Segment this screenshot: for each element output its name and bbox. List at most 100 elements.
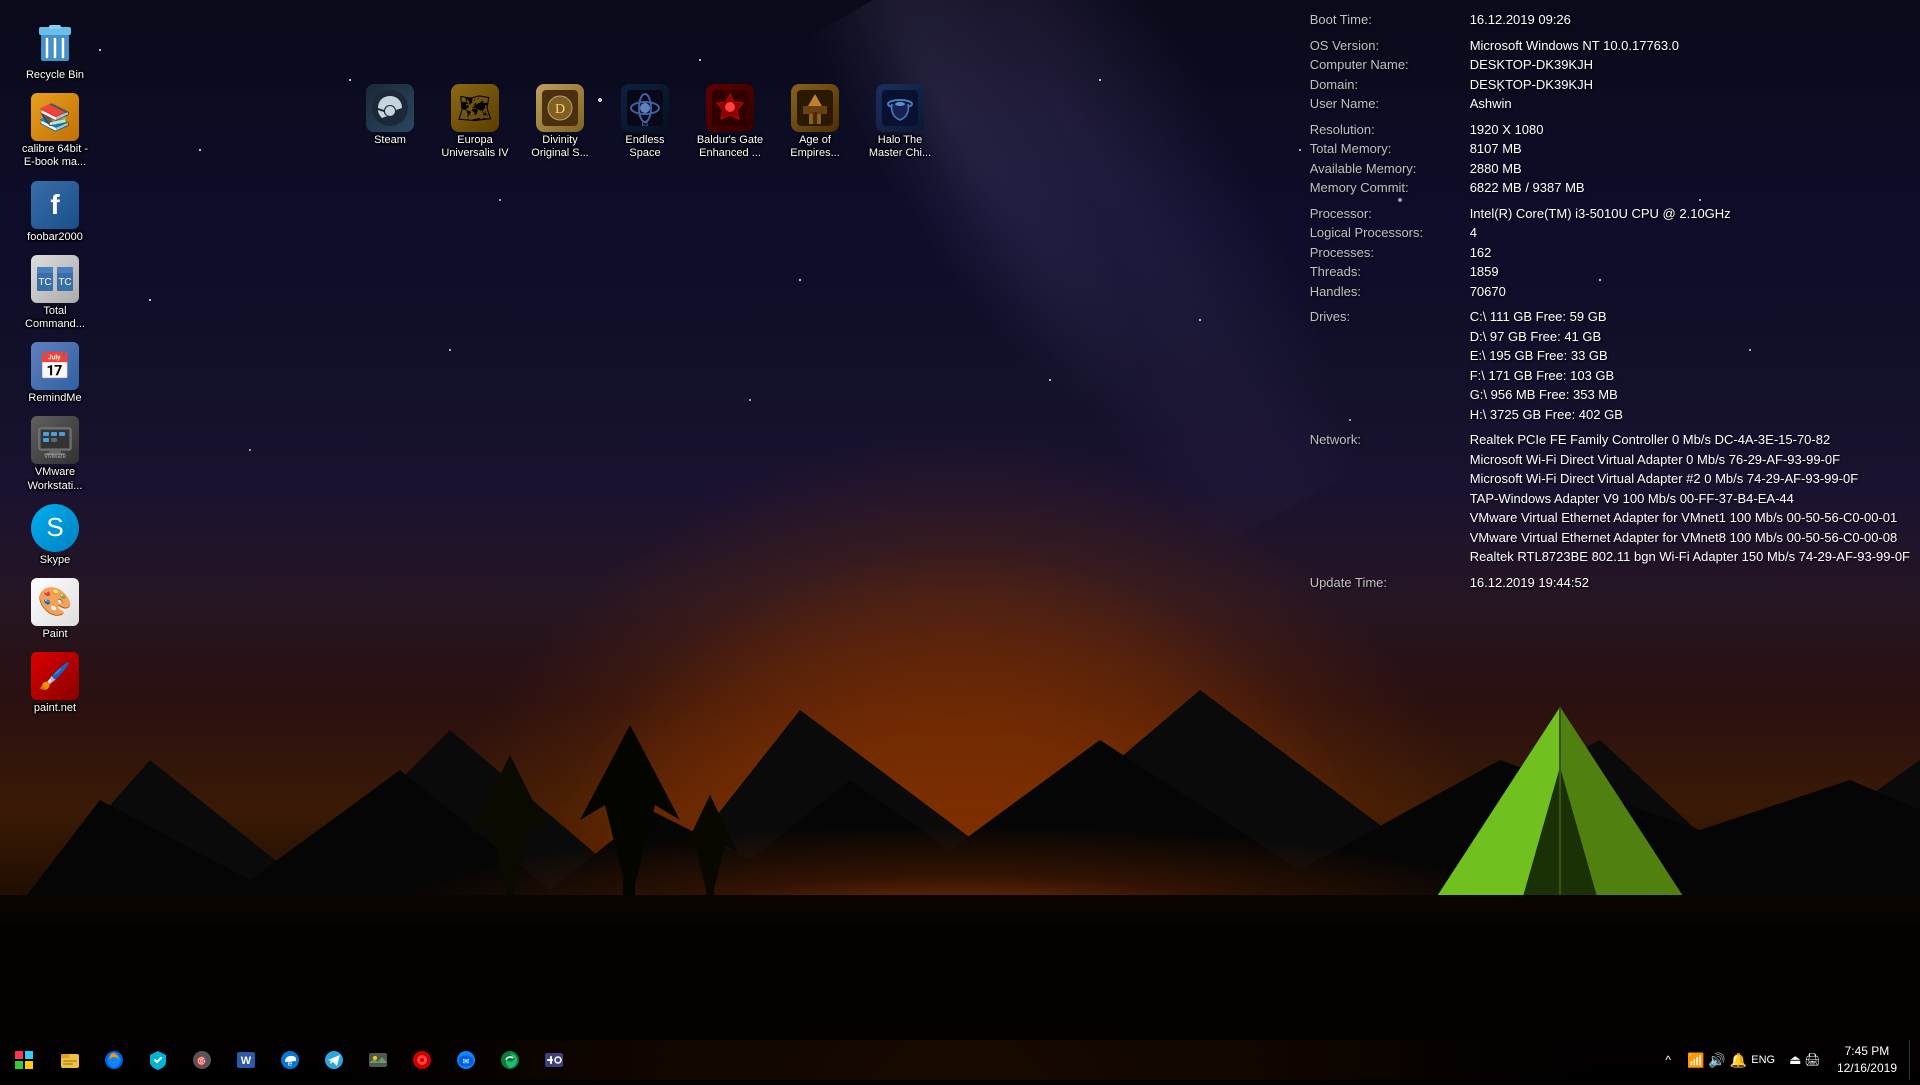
game-icons: Steam 🗺 Europa Universalis IV D Divinity… [350, 80, 940, 164]
desktop-icons: Recycle Bin 📚 calibre 64bit - E-book ma.… [5, 5, 105, 729]
desktop-icon-foobar[interactable]: f foobar2000 [15, 177, 95, 248]
logical-processors-label: Logical Processors: [1310, 223, 1470, 243]
total-memory-label: Total Memory: [1310, 139, 1470, 159]
processes-label: Processes: [1310, 243, 1470, 263]
skype-icon: S [31, 504, 79, 552]
tree-silhouettes [450, 705, 750, 905]
boot-time-label: Boot Time: [1310, 10, 1470, 30]
taskbar-word[interactable]: W [224, 1040, 268, 1080]
taskbar-app9[interactable] [400, 1040, 444, 1080]
desktop-icon-baldurs-gate[interactable]: Baldur's Gate Enhanced ... [690, 80, 770, 164]
foobar-icon: f [31, 181, 79, 229]
desktop-icon-age-empires[interactable]: Age of Empires... [775, 80, 855, 164]
taskbar-windows-security[interactable] [136, 1040, 180, 1080]
desktop-icon-halo[interactable]: Halo The Master Chi... [860, 80, 940, 164]
available-memory-label: Available Memory: [1310, 159, 1470, 179]
volume-tray-icon[interactable]: 🔊 [1708, 1052, 1725, 1069]
tent [1400, 707, 1720, 927]
remindme-label: RemindMe [28, 392, 81, 405]
desktop-icon-skype[interactable]: S Skype [15, 500, 95, 571]
action-center-icon[interactable]: 🔔 [1730, 1052, 1747, 1069]
halo-label: Halo The Master Chi... [864, 134, 936, 160]
calibre-icon: 📚 [31, 93, 79, 141]
desktop-icon-endless-space[interactable]: ES Endless Space [605, 80, 685, 164]
svg-text:D: D [555, 102, 565, 117]
desktop-icon-paint[interactable]: 🎨 Paint [15, 574, 95, 645]
desktop-icon-calibre[interactable]: 📚 calibre 64bit - E-book ma... [15, 89, 95, 173]
taskbar-pinned-icons: 🎯 W e [48, 1040, 576, 1080]
processor-value: Intel(R) Core(TM) i3-5010U CPU @ 2.10GHz [1470, 204, 1731, 224]
desktop-icon-remindme[interactable]: 📅 RemindMe [15, 338, 95, 409]
processor-label: Processor: [1310, 204, 1470, 224]
steam-icon [366, 84, 414, 132]
svg-text:TC: TC [38, 277, 51, 288]
system-tray: 📶 🔊 🔔 ENG [1679, 1052, 1783, 1069]
clock-time: 7:45 PM [1845, 1043, 1890, 1060]
taskbar-photos[interactable] [356, 1040, 400, 1080]
europa-label: Europa Universalis IV [439, 134, 511, 160]
total-commander-label: Total Command... [19, 305, 91, 331]
show-desktop-button[interactable] [1909, 1040, 1915, 1080]
handles-label: Handles: [1310, 282, 1470, 302]
vmware-icon: VMware [31, 416, 79, 464]
total-memory-value: 8107 MB [1470, 139, 1522, 159]
resolution-value: 1920 X 1080 [1470, 120, 1544, 140]
taskbar-right: ^ 📶 🔊 🔔 ENG ⏏ 🖨 7:45 PM 12/16/2019 [1659, 1040, 1920, 1080]
taskbar-edge[interactable] [488, 1040, 532, 1080]
ground2 [0, 925, 1920, 1040]
boot-time-value: 16.12.2019 09:26 [1470, 10, 1571, 30]
europa-icon: 🗺 [451, 84, 499, 132]
user-name-label: User Name: [1310, 94, 1470, 114]
drives-label: Drives: [1310, 307, 1470, 424]
taskbar: 🎯 W e [0, 1040, 1920, 1080]
paintnet-label: paint.net [34, 702, 76, 715]
svg-text:e: e [288, 1059, 293, 1068]
baldurs-gate-icon [706, 84, 754, 132]
memory-commit-label: Memory Commit: [1310, 178, 1470, 198]
taskbar-firefox[interactable] [92, 1040, 136, 1080]
network-tray-icon[interactable]: 📶 [1687, 1052, 1704, 1069]
taskbar-file-explorer[interactable] [48, 1040, 92, 1080]
desktop-icon-europa[interactable]: 🗺 Europa Universalis IV [435, 80, 515, 164]
os-version-value: Microsoft Windows NT 10.0.17763.0 [1470, 36, 1679, 56]
os-version-label: OS Version: [1310, 36, 1470, 56]
available-memory-value: 2880 MB [1470, 159, 1522, 179]
logical-processors-value: 4 [1470, 223, 1477, 243]
computer-name-value: DESKTOP-DK39KJH [1470, 55, 1593, 75]
language-indicator[interactable]: ENG [1751, 1054, 1775, 1066]
network-label: Network: [1310, 430, 1470, 567]
age-empires-icon [791, 84, 839, 132]
clock[interactable]: 7:45 PM 12/16/2019 [1827, 1040, 1907, 1080]
vmware-label: VMware Workstati... [19, 466, 91, 492]
taskbar-app12[interactable] [532, 1040, 576, 1080]
recycle-bin-label: Recycle Bin [26, 69, 84, 82]
baldurs-gate-label: Baldur's Gate Enhanced ... [694, 134, 766, 160]
resolution-label: Resolution: [1310, 120, 1470, 140]
svg-text:TC: TC [58, 277, 71, 288]
taskbar-app4[interactable]: 🎯 [180, 1040, 224, 1080]
desktop-icon-steam[interactable]: Steam [350, 80, 430, 151]
skype-label: Skype [40, 554, 71, 567]
print-icon[interactable]: 🖨 [1804, 1052, 1821, 1068]
taskbar-edge-legacy[interactable]: e [268, 1040, 312, 1080]
start-button[interactable] [0, 1040, 48, 1080]
desktop-icon-divinity[interactable]: D Divinity Original S... [520, 80, 600, 164]
taskbar-thunderbird[interactable]: ✉ [444, 1040, 488, 1080]
computer-name-label: Computer Name: [1310, 55, 1470, 75]
memory-commit-value: 6822 MB / 9387 MB [1470, 178, 1585, 198]
desktop-icon-vmware[interactable]: VMware VMware Workstati... [15, 412, 95, 496]
drives-values: C:\ 111 GB Free: 59 GBD:\ 97 GB Free: 41… [1470, 307, 1623, 424]
show-hidden-icons[interactable]: ^ [1659, 1053, 1677, 1067]
threads-label: Threads: [1310, 262, 1470, 282]
taskbar-telegram[interactable] [312, 1040, 356, 1080]
desktop-icon-recycle-bin[interactable]: Recycle Bin [15, 15, 95, 86]
clock-date: 12/16/2019 [1837, 1060, 1897, 1077]
onedrive-icon[interactable]: ⏏ [1789, 1052, 1801, 1068]
endless-space-label: Endless Space [609, 134, 681, 160]
desktop-icon-total-commander[interactable]: TC TC Total Command... [15, 251, 95, 335]
divinity-label: Divinity Original S... [524, 134, 596, 160]
domain-label: Domain: [1310, 75, 1470, 95]
desktop-icon-paintnet[interactable]: 🖌️ paint.net [15, 648, 95, 719]
user-name-value: Ashwin [1470, 94, 1512, 114]
network-values: Realtek PCIe FE Family Controller 0 Mb/s… [1470, 430, 1910, 567]
